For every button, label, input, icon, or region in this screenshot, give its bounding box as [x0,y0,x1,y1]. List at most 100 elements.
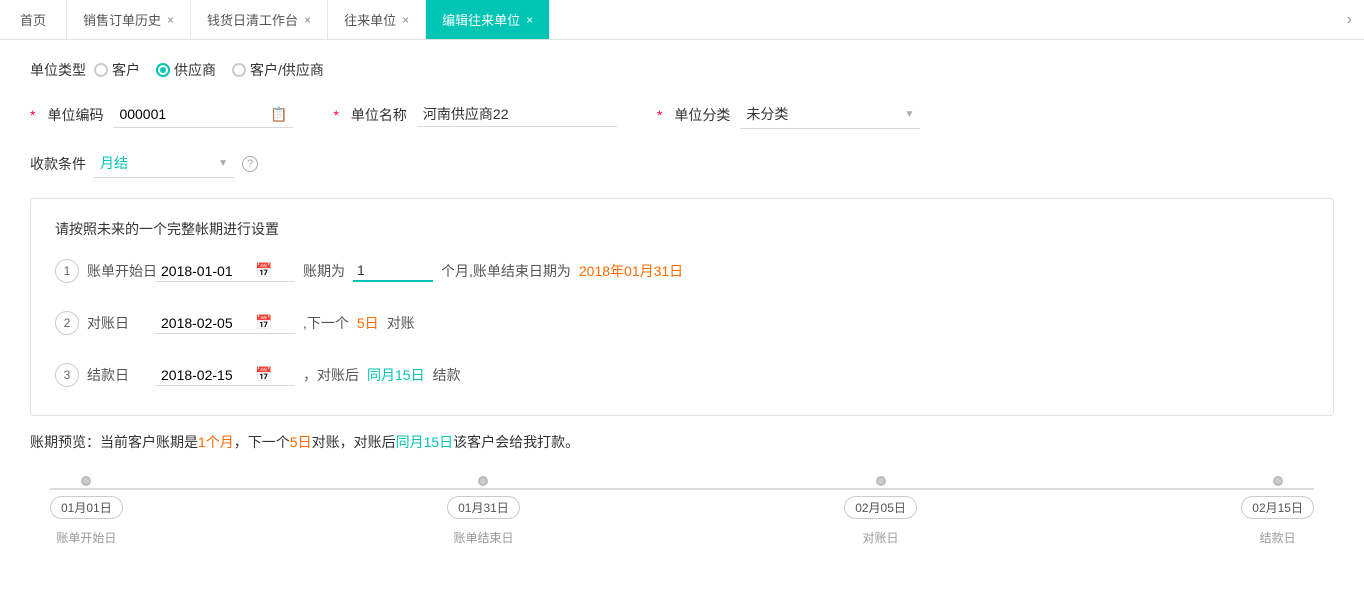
close-cash-work[interactable]: × [304,13,311,27]
radio-customer[interactable]: 客户 [94,60,140,80]
timeline-node-3: 02月15日 结款日 [1241,476,1314,546]
timeline-label-0: 账单开始日 [56,529,116,546]
close-counterpart[interactable]: × [402,13,409,27]
payment-date-input[interactable] [161,367,251,383]
unit-code-label: 单位编码 [47,105,103,125]
main-content: 单位类型 客户 供应商 客户/供应商 * 单位编码 📋 [0,40,1364,608]
timeline-badge-2: 02月05日 [844,496,917,519]
unit-name-group: * 单位名称 [333,102,616,127]
start-date-row: 1 账单开始日 📅 账期为 个月,账单结束日期为 2018年01月31日 [55,259,1309,283]
timeline-wrapper: 01月01日 账单开始日 01月31日 账单结束日 02月05日 对账日 02月… [30,476,1334,546]
radio-supplier-label: 供应商 [174,60,216,80]
tab-cash-work[interactable]: 钱货日清工作台 × [191,0,328,39]
timeline-dot-3 [1273,476,1283,486]
row-num-3: 3 [55,363,79,387]
tab-more-button[interactable]: › [1335,0,1364,39]
reconcile-date-input[interactable] [161,315,251,331]
timeline-node-2: 02月05日 对账日 [844,476,917,546]
payment-date-prefix: ，对账后 [303,365,359,385]
payment-date-row: 3 结款日 📅 ，对账后 同月15日 结款 [55,363,1309,387]
tab-cash-work-label: 钱货日清工作台 [207,10,298,29]
payment-dropdown-icon: ▼ [218,158,228,169]
unit-name-star: * [333,107,338,123]
tab-sales-history-label: 销售订单历史 [83,10,161,29]
tab-bar: 首页 销售订单历史 × 钱货日清工作台 × 往来单位 × 编辑往来单位 × › [0,0,1364,40]
reconcile-date-label: 对账日 [87,313,147,333]
preview-part2: 5日 [290,434,312,450]
start-date-label: 账单开始日 [87,261,147,281]
radio-both-label: 客户/供应商 [250,60,324,80]
unit-category-label: 单位分类 [674,105,730,125]
preview-suffix: 该客户会给我打款。 [453,434,579,450]
start-date-input-group: 📅 [155,260,295,282]
radio-both[interactable]: 客户/供应商 [232,60,324,80]
timeline-dot-0 [81,476,91,486]
timeline-items: 01月01日 账单开始日 01月31日 账单结束日 02月05日 对账日 02月… [50,476,1314,546]
timeline-label-3: 结款日 [1260,529,1296,546]
start-date-calendar-icon[interactable]: 📅 [255,262,272,279]
timeline-dot-1 [478,476,488,486]
unit-category-select[interactable]: 未分类 ▼ [740,100,920,129]
start-date-input[interactable] [161,263,251,279]
timeline-node-0: 01月01日 账单开始日 [50,476,123,546]
timeline-badge-1: 01月31日 [447,496,520,519]
unit-category-group: * 单位分类 未分类 ▼ [657,100,920,129]
timeline-badge-0: 01月01日 [50,496,123,519]
radio-both-circle [232,63,246,77]
row-num-2: 2 [55,311,79,335]
preview-mid1: ，下一个 [234,434,290,450]
preview-part1: 1个月 [198,434,234,450]
unit-category-value: 未分类 [746,104,900,124]
tab-counterpart[interactable]: 往来单位 × [328,0,426,39]
payment-date-calendar-icon[interactable]: 📅 [255,366,272,383]
payment-select[interactable]: 月结 ▼ [94,149,234,178]
unit-type-label: 单位类型 [30,60,86,80]
period-input[interactable] [353,260,433,282]
tab-home[interactable]: 首页 [0,0,67,39]
payment-date-label: 结款日 [87,365,147,385]
tab-edit-counterpart-label: 编辑往来单位 [442,10,520,29]
payment-date-suffix: 结款 [433,365,461,385]
payment-value: 月结 [100,153,214,173]
timeline-label-2: 对账日 [863,529,899,546]
radio-supplier[interactable]: 供应商 [156,60,216,80]
payment-label: 收款条件 [30,154,86,174]
settings-section: 请按照未来的一个完整帐期进行设置 1 账单开始日 📅 账期为 个月,账单结束日期… [30,198,1334,416]
close-edit-counterpart[interactable]: × [526,13,533,27]
preview-prefix: 账期预览：当前客户账期是 [30,434,198,450]
period-suffix: 个月,账单结束日期为 [441,261,571,281]
preview-part3: 同月15日 [396,434,454,450]
unit-type-row: 单位类型 客户 供应商 客户/供应商 [30,60,1334,80]
period-prefix: 账期为 [303,261,345,281]
payment-row: 收款条件 月结 ▼ ? [30,149,1334,178]
timeline-dot-2 [876,476,886,486]
radio-supplier-circle [156,63,170,77]
preview-section: 账期预览：当前客户账期是1个月，下一个5日对账，对账后同月15日该客户会给我打款… [30,416,1334,566]
unit-code-input[interactable] [119,106,266,122]
unit-category-star: * [657,107,662,123]
tab-edit-counterpart[interactable]: 编辑往来单位 × [426,0,550,39]
tab-counterpart-label: 往来单位 [344,10,396,29]
radio-customer-circle [94,63,108,77]
payment-help-icon[interactable]: ? [242,156,258,172]
unit-name-input[interactable] [417,102,617,127]
category-dropdown-icon: ▼ [904,109,914,120]
tab-sales-history[interactable]: 销售订单历史 × [67,0,191,39]
reconcile-date-calendar-icon[interactable]: 📅 [255,314,272,331]
preview-mid2: 对账，对账后 [312,434,396,450]
payment-day-highlight: 同月15日 [367,365,425,385]
reconcile-suffix: 对账 [387,313,415,333]
timeline-label-1: 账单结束日 [453,529,513,546]
close-sales-history[interactable]: × [167,13,174,27]
section-title: 请按照未来的一个完整帐期进行设置 [55,219,1309,239]
end-date-highlight: 2018年01月31日 [579,261,683,281]
row-num-1: 1 [55,259,79,283]
tab-home-label: 首页 [20,10,46,29]
payment-date-input-group: 📅 [155,364,295,386]
radio-customer-label: 客户 [112,60,140,80]
unit-info-row: * 单位编码 📋 * 单位名称 * 单位分类 未分类 ▼ [30,100,1334,129]
unit-code-icon: 📋 [270,106,287,123]
reconcile-prefix: ,下一个 [303,313,349,333]
timeline-node-1: 01月31日 账单结束日 [447,476,520,546]
unit-code-star: * [30,107,35,123]
